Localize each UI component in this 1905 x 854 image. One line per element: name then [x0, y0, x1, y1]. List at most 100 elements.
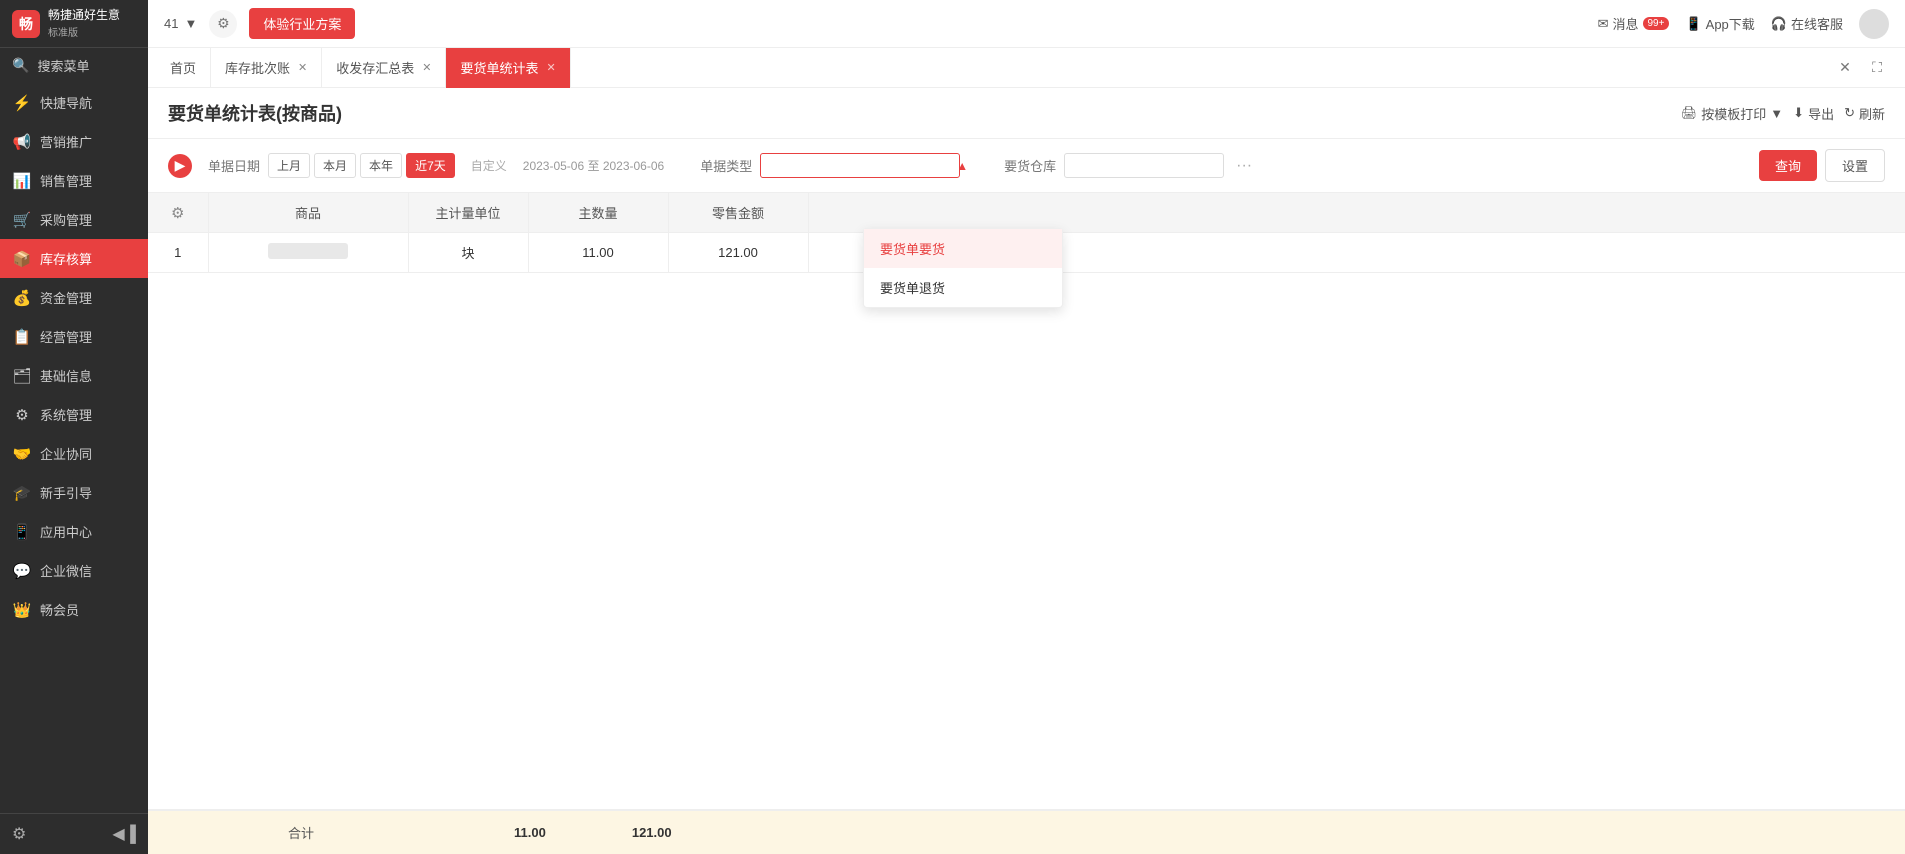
sidebar-item-operation[interactable]: 📋 经营管理 [0, 317, 148, 356]
settings-icon[interactable]: ⚙ [12, 824, 26, 844]
header-left: 41 ▼ ⚙ 体验行业方案 [164, 8, 355, 39]
query-button[interactable]: 查询 [1759, 150, 1817, 181]
tab-order-summary[interactable]: 要货单统计表 ✕ [446, 48, 570, 88]
online-service-button[interactable]: 🎧 在线客服 [1771, 14, 1843, 33]
inventory-icon: 📦 [12, 250, 32, 268]
sidebar-item-system[interactable]: ⚙ 系统管理 [0, 395, 148, 434]
sidebar-bottom: ⚙ ◀▐ [0, 813, 148, 854]
col-header-qty: 主数量 [528, 193, 668, 233]
sidebar-item-label: 销售管理 [40, 171, 92, 190]
tab-home-label: 首页 [170, 58, 196, 77]
sidebar-item-label: 系统管理 [40, 405, 92, 424]
type-dropdown: 要货单要货 要货单退货 [863, 228, 1063, 308]
tab-batch-account-close[interactable]: ✕ [298, 61, 307, 74]
settings-button[interactable]: 设置 [1825, 149, 1885, 182]
cell-qty: 11.00 [528, 233, 668, 273]
tab-home[interactable]: 首页 [156, 48, 211, 88]
tab-order-summary-close[interactable]: ✕ [547, 61, 556, 74]
sidebar-item-finance[interactable]: 💰 资金管理 [0, 278, 148, 317]
enterprise-icon: 🤝 [12, 445, 32, 463]
sidebar: 畅 畅捷通好生意 标准版 🔍 搜索菜单 ⚡ 快捷导航 📢 营销推广 📊 销售管理… [0, 0, 148, 854]
print-button[interactable]: 🖨 按模板打印 ▼ [1681, 104, 1783, 123]
service-icon: 🎧 [1771, 16, 1787, 32]
printer-icon: 🖨 [1681, 105, 1698, 121]
sidebar-item-label: 基础信息 [40, 366, 92, 385]
sidebar-logo: 畅 畅捷通好生意 标准版 [0, 0, 148, 48]
sidebar-item-label: 营销推广 [40, 132, 92, 151]
sidebar-item-sales[interactable]: 📊 销售管理 [0, 161, 148, 200]
table-settings-icon[interactable]: ⚙ [171, 205, 184, 222]
messages-button[interactable]: ✉ 消息 99+ [1598, 14, 1670, 33]
tab-expand-button[interactable]: ✕ [1833, 56, 1857, 80]
logo-icon: 畅 [12, 10, 40, 38]
last-month-btn[interactable]: 上月 [268, 153, 310, 178]
header-gear-button[interactable]: ⚙ [209, 10, 237, 38]
sidebar-nav: ⚡ 快捷导航 📢 营销推广 📊 销售管理 🛒 采购管理 📦 库存核算 💰 资金管… [0, 83, 148, 813]
dropdown-item-order-request[interactable]: 要货单要货 [864, 229, 1062, 268]
date-range-display: 2023-05-06 至 2023-06-06 [523, 157, 664, 174]
type-select-input[interactable] [760, 153, 960, 178]
guide-icon: 🎓 [12, 484, 32, 502]
sidebar-item-label: 畅会员 [40, 600, 79, 619]
sidebar-item-wechat[interactable]: 💬 企业微信 [0, 551, 148, 590]
cell-amount: 121.00 [668, 233, 808, 273]
collapse-menu-icon[interactable]: ◀▐ [112, 824, 136, 844]
company-id: 41 [164, 16, 178, 31]
chevron-down-icon: ▼ [184, 16, 197, 31]
sidebar-item-marketing[interactable]: 📢 营销推广 [0, 122, 148, 161]
dropdown-item-order-return[interactable]: 要货单退货 [864, 268, 1062, 307]
tab-receive-summary[interactable]: 收发存汇总表 ✕ [322, 48, 446, 88]
sidebar-item-label: 应用中心 [40, 522, 92, 541]
sidebar-item-quick-nav[interactable]: ⚡ 快捷导航 [0, 83, 148, 122]
warehouse-input[interactable] [1064, 153, 1224, 178]
system-icon: ⚙ [12, 406, 32, 424]
sidebar-item-app-center[interactable]: 📱 应用中心 [0, 512, 148, 551]
trial-button[interactable]: 体验行业方案 [249, 8, 355, 39]
filter-toggle-button[interactable]: ▶ [168, 154, 192, 178]
col-header-settings[interactable]: ⚙ [148, 193, 208, 233]
content-area: 要货单统计表(按商品) 🖨 按模板打印 ▼ ⬇ 导出 ↻ 刷新 ▶ [148, 88, 1905, 854]
sidebar-item-inventory[interactable]: 📦 库存核算 [0, 239, 148, 278]
last-7days-btn[interactable]: 近7天 [406, 153, 455, 178]
tab-receive-summary-close[interactable]: ✕ [422, 61, 431, 74]
sidebar-item-label: 库存核算 [40, 249, 92, 268]
sidebar-item-members[interactable]: 👑 畅会员 [0, 590, 148, 629]
sidebar-item-base[interactable]: 🗂 基础信息 [0, 356, 148, 395]
sidebar-item-label: 采购管理 [40, 210, 92, 229]
tab-batch-account[interactable]: 库存批次账 ✕ [211, 48, 322, 88]
sidebar-item-enterprise[interactable]: 🤝 企业协同 [0, 434, 148, 473]
quick-nav-icon: ⚡ [12, 94, 32, 112]
warehouse-more-icon[interactable]: ··· [1236, 157, 1252, 175]
date-filter-label: 单据日期 [208, 156, 260, 175]
page-title: 要货单统计表(按商品) [168, 100, 342, 126]
date-buttons: 上月 本月 本年 近7天 [268, 153, 455, 178]
sidebar-item-label: 快捷导航 [40, 93, 92, 112]
table-footer: 合计 11.00 121.00 [148, 809, 1905, 854]
top-header: 41 ▼ ⚙ 体验行业方案 ✉ 消息 99+ 📱 App下载 🎧 在线客服 [148, 0, 1905, 48]
refresh-button[interactable]: ↻ 刷新 [1844, 104, 1885, 123]
col-header-extra [808, 193, 1905, 233]
sidebar-item-purchase[interactable]: 🛒 采购管理 [0, 200, 148, 239]
page-header: 要货单统计表(按商品) 🖨 按模板打印 ▼ ⬇ 导出 ↻ 刷新 [148, 88, 1905, 139]
tab-actions: ✕ ⛶ [1833, 56, 1897, 80]
this-month-btn[interactable]: 本月 [314, 153, 356, 178]
custom-date-btn[interactable]: 自定义 [463, 154, 515, 177]
app-center-icon: 📱 [12, 523, 32, 541]
company-selector[interactable]: 41 ▼ [164, 16, 197, 31]
export-icon: ⬇ [1793, 105, 1804, 121]
footer-qty: 11.00 [514, 825, 546, 840]
sidebar-item-guide[interactable]: 🎓 新手引导 [0, 473, 148, 512]
export-button[interactable]: ⬇ 导出 [1793, 104, 1834, 123]
finance-icon: 💰 [12, 289, 32, 307]
app-download-button[interactable]: 📱 App下载 [1685, 14, 1754, 33]
col-header-product: 商品 [208, 193, 408, 233]
col-header-unit: 主计量单位 [408, 193, 528, 233]
footer-amount: 121.00 [632, 825, 672, 840]
tab-fullscreen-button[interactable]: ⛶ [1865, 56, 1889, 80]
product-placeholder [268, 243, 348, 259]
user-avatar[interactable] [1859, 9, 1889, 39]
this-year-btn[interactable]: 本年 [360, 153, 402, 178]
tab-order-summary-label: 要货单统计表 [460, 58, 538, 77]
type-filter-group: 单据类型 ▲ [700, 153, 968, 178]
search-menu[interactable]: 🔍 搜索菜单 [0, 48, 148, 83]
